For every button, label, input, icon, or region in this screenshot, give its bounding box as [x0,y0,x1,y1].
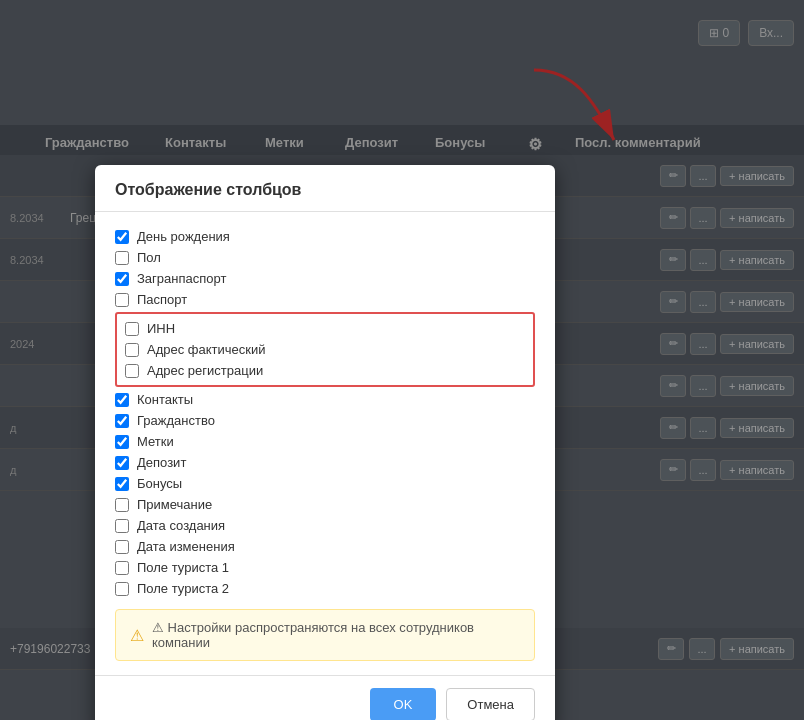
checkbox-marks-label: Метки [137,434,174,449]
checkbox-citizenship-label: Гражданство [137,413,215,428]
checkbox-gender[interactable]: Пол [115,247,535,268]
modal-title: Отображение столбцов [115,181,535,199]
checkbox-note-input[interactable] [115,498,129,512]
checkbox-birthday[interactable]: День рождения [115,226,535,247]
checkbox-bonuses-label: Бонусы [137,476,182,491]
checkbox-passport-foreign-input[interactable] [115,272,129,286]
checkbox-created-date-input[interactable] [115,519,129,533]
checkbox-deposit-label: Депозит [137,455,186,470]
warning-text: ⚠ Настройки распространяются на всех сот… [152,620,520,650]
checkbox-tourist-field-1-input[interactable] [115,561,129,575]
modal-header: Отображение столбцов [95,165,555,212]
checkbox-note-label: Примечание [137,497,212,512]
checkbox-deposit-input[interactable] [115,456,129,470]
checkbox-created-date[interactable]: Дата создания [115,515,535,536]
checkbox-contacts[interactable]: Контакты [115,389,535,410]
checkbox-address-actual-input[interactable] [125,343,139,357]
checkbox-inn-label: ИНН [147,321,175,336]
checkbox-modified-date[interactable]: Дата изменения [115,536,535,557]
checkbox-created-date-label: Дата создания [137,518,225,533]
checkbox-contacts-input[interactable] [115,393,129,407]
column-settings-modal: Отображение столбцов День рождения Пол З… [95,165,555,720]
checkbox-inn-input[interactable] [125,322,139,336]
checkbox-passport-foreign[interactable]: Загранпаспорт [115,268,535,289]
checkbox-contacts-label: Контакты [137,392,193,407]
checkbox-modified-date-label: Дата изменения [137,539,235,554]
warning-icon: ⚠ [130,626,144,645]
checkbox-tourist-field-2[interactable]: Поле туриста 2 [115,578,535,599]
checkbox-passport-foreign-label: Загранпаспорт [137,271,226,286]
checkbox-bonuses-input[interactable] [115,477,129,491]
checkbox-passport-input[interactable] [115,293,129,307]
checkbox-bonuses[interactable]: Бонусы [115,473,535,494]
checkbox-inn[interactable]: ИНН [125,318,525,339]
modal-footer: OK Отмена [95,675,555,720]
checkbox-marks-input[interactable] [115,435,129,449]
checkbox-modified-date-input[interactable] [115,540,129,554]
modal-overlay: Отображение столбцов День рождения Пол З… [0,0,804,720]
cancel-button[interactable]: Отмена [446,688,535,720]
highlighted-group: ИНН Адрес фактический Адрес регистрации [115,312,535,387]
checkbox-citizenship-input[interactable] [115,414,129,428]
modal-warning: ⚠ ⚠ Настройки распространяются на всех с… [115,609,535,661]
checkbox-tourist-field-1[interactable]: Поле туриста 1 [115,557,535,578]
checkbox-tourist-field-1-label: Поле туриста 1 [137,560,229,575]
checkbox-tourist-field-2-label: Поле туриста 2 [137,581,229,596]
checkbox-address-registration[interactable]: Адрес регистрации [125,360,525,381]
modal-body: День рождения Пол Загранпаспорт Паспорт [95,212,555,675]
checkbox-passport[interactable]: Паспорт [115,289,535,310]
checkbox-birthday-input[interactable] [115,230,129,244]
checkbox-address-registration-input[interactable] [125,364,139,378]
checkbox-gender-label: Пол [137,250,161,265]
checkbox-marks[interactable]: Метки [115,431,535,452]
checkbox-gender-input[interactable] [115,251,129,265]
checkbox-citizenship[interactable]: Гражданство [115,410,535,431]
checkbox-passport-label: Паспорт [137,292,187,307]
checkbox-address-registration-label: Адрес регистрации [147,363,263,378]
checkbox-tourist-field-2-input[interactable] [115,582,129,596]
checkbox-address-actual-label: Адрес фактический [147,342,266,357]
ok-button[interactable]: OK [370,688,437,720]
checkbox-birthday-label: День рождения [137,229,230,244]
checkbox-deposit[interactable]: Депозит [115,452,535,473]
checkbox-address-actual[interactable]: Адрес фактический [125,339,525,360]
checkbox-note[interactable]: Примечание [115,494,535,515]
